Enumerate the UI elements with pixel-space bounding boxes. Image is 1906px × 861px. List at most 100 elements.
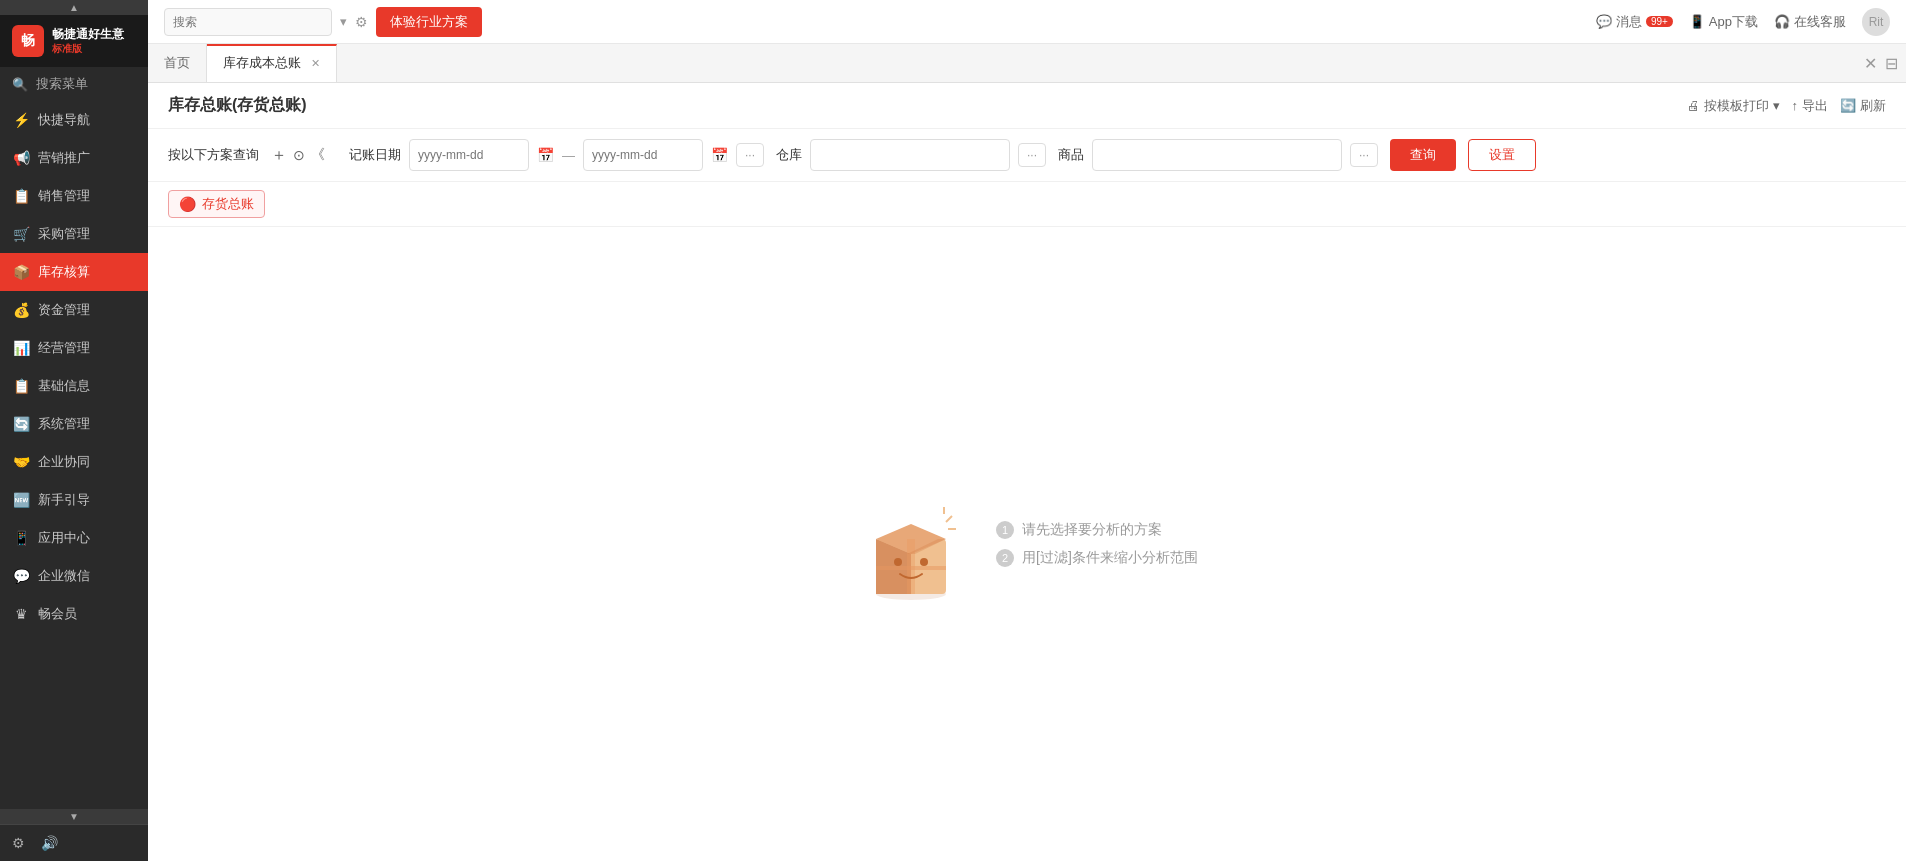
member-icon: ♛ [12,606,30,622]
app-center-icon: 📱 [12,530,30,546]
sidebar-item-basic-info[interactable]: 📋 基础信息 [0,367,148,405]
svg-line-9 [946,516,952,522]
svg-rect-5 [907,539,915,594]
calendar-start-icon[interactable]: 📅 [537,147,554,163]
product-more-btn[interactable]: ··· [1350,143,1378,167]
page-header: 库存总账(存货总账) 🖨 按模板打印 ▾ ↑ 导出 🔄 刷新 [148,83,1906,129]
hint-text-2: 用[过滤]条件来缩小分析范围 [1022,549,1198,567]
user-name: Rit [1869,15,1884,29]
date-more-btn[interactable]: ··· [736,143,764,167]
scheme-item-label: 存货总账 [202,195,254,213]
sidebar-item-enterprise-wechat[interactable]: 💬 企业微信 [0,557,148,595]
sidebar-item-inventory[interactable]: 📦 库存核算 [0,253,148,291]
online-support-label: 在线客服 [1794,13,1846,31]
marketing-icon: 📢 [12,150,30,166]
header-gear-icon[interactable]: ⚙ [355,14,368,30]
sidebar-search-label: 搜索菜单 [36,75,88,93]
page-title: 库存总账(存货总账) [168,95,307,116]
sidebar-search[interactable]: 🔍 搜索菜单 [0,67,148,101]
purchase-icon: 🛒 [12,226,30,242]
filter-add-icon[interactable]: ＋ [271,145,287,166]
printer-icon: 🖨 [1687,98,1700,113]
sidebar-item-label: 快捷导航 [38,111,90,129]
guide-icon: 🆕 [12,492,30,508]
enterprise-wechat-icon: 💬 [12,568,30,584]
page-actions: 🖨 按模板打印 ▾ ↑ 导出 🔄 刷新 [1687,97,1887,115]
sound-icon[interactable]: 🔊 [41,835,58,851]
tab-inventory-cost[interactable]: 库存成本总账 ✕ [207,44,337,82]
sidebar-item-cooperation[interactable]: 🤝 企业协同 [0,443,148,481]
sidebar-item-finance[interactable]: 💰 资金管理 [0,291,148,329]
box-svg [856,494,966,604]
sidebar-scroll-down[interactable]: ▼ [0,809,148,824]
settings-button[interactable]: 设置 [1468,139,1536,171]
message-icon: 💬 [1596,14,1612,29]
app-download-btn[interactable]: 📱 App下载 [1689,13,1758,31]
phone-icon: 📱 [1689,14,1705,29]
sidebar-bottom: ⚙ 🔊 [0,824,148,861]
empty-state: 1 请先选择要分析的方案 2 用[过滤]条件来缩小分析范围 [148,227,1906,861]
panel-close-icon[interactable]: ✕ [1864,54,1877,73]
sidebar-item-label: 畅会员 [38,605,77,623]
sidebar-item-label: 基础信息 [38,377,90,395]
export-btn[interactable]: ↑ 导出 [1792,97,1829,115]
query-button[interactable]: 查询 [1390,139,1456,171]
sidebar-item-operations[interactable]: 📊 经营管理 [0,329,148,367]
main-area: ▾ ⚙ 体验行业方案 💬 消息 99+ 📱 App下载 🎧 在线客服 Rit [148,0,1906,861]
filter-edit-icon[interactable]: ⊙ [293,147,305,163]
industry-btn[interactable]: 体验行业方案 [376,7,482,37]
calendar-end-icon[interactable]: 📅 [711,147,728,163]
sidebar-nav: ⚡ 快捷导航 📢 营销推广 📋 销售管理 🛒 采购管理 📦 库存核算 💰 资金管… [0,101,148,809]
sidebar-scroll-up[interactable]: ▲ [0,0,148,15]
sales-icon: 📋 [12,188,30,204]
tab-bar: 首页 库存成本总账 ✕ ✕ ⊟ [148,44,1906,83]
tab-home[interactable]: 首页 [148,44,207,82]
print-btn[interactable]: 🖨 按模板打印 ▾ [1687,97,1780,115]
sidebar-item-purchase[interactable]: 🛒 采购管理 [0,215,148,253]
app-subtitle: 标准版 [52,42,124,56]
quick-nav-icon: ⚡ [12,112,30,128]
top-header: ▾ ⚙ 体验行业方案 💬 消息 99+ 📱 App下载 🎧 在线客服 Rit [148,0,1906,44]
empty-hint-item-2: 2 用[过滤]条件来缩小分析范围 [996,549,1198,567]
refresh-btn[interactable]: 🔄 刷新 [1840,97,1886,115]
warehouse-more-btn[interactable]: ··· [1018,143,1046,167]
refresh-icon: 🔄 [1840,98,1856,113]
print-dropdown-icon[interactable]: ▾ [1773,98,1780,113]
message-badge: 99+ [1646,16,1673,27]
sidebar-item-guide[interactable]: 🆕 新手引导 [0,481,148,519]
message-btn[interactable]: 💬 消息 99+ [1596,13,1673,31]
date-end-input[interactable] [583,139,703,171]
sidebar-item-system[interactable]: 🔄 系统管理 [0,405,148,443]
warehouse-input[interactable] [810,139,1010,171]
sidebar-item-marketing[interactable]: 📢 营销推广 [0,139,148,177]
online-support-btn[interactable]: 🎧 在线客服 [1774,13,1846,31]
date-start-input[interactable] [409,139,529,171]
export-icon: ↑ [1792,98,1799,113]
user-avatar[interactable]: Rit [1862,8,1890,36]
scheme-item-inventory[interactable]: 🔴 存货总账 [168,190,265,218]
empty-illustration [856,494,956,594]
basic-info-icon: 📋 [12,378,30,394]
hint-number-1: 1 [996,521,1014,539]
hint-text-1: 请先选择要分析的方案 [1022,521,1162,539]
app-download-label: App下载 [1709,13,1758,31]
header-chevron-icon[interactable]: ▾ [340,14,347,29]
product-input[interactable] [1092,139,1342,171]
sidebar-item-app-center[interactable]: 📱 应用中心 [0,519,148,557]
settings-icon[interactable]: ⚙ [12,835,25,851]
panel-expand-icon[interactable]: ⊟ [1885,54,1898,73]
header-right: 💬 消息 99+ 📱 App下载 🎧 在线客服 Rit [1596,8,1890,36]
sidebar-item-quick-nav[interactable]: ⚡ 快捷导航 [0,101,148,139]
operations-icon: 📊 [12,340,30,356]
header-search-input[interactable] [164,8,332,36]
sidebar-item-member[interactable]: ♛ 畅会员 [0,595,148,633]
tab-close-icon[interactable]: ✕ [311,57,320,69]
tab-home-label: 首页 [164,55,190,70]
app-logo-icon: 畅 [12,25,44,57]
scheme-area: 🔴 存货总账 [148,182,1906,227]
cooperation-icon: 🤝 [12,454,30,470]
filter-label: 按以下方案查询 [168,146,259,164]
sidebar-item-sales[interactable]: 📋 销售管理 [0,177,148,215]
empty-hint-item-1: 1 请先选择要分析的方案 [996,521,1198,539]
filter-collapse-icon[interactable]: 《 [311,146,325,164]
